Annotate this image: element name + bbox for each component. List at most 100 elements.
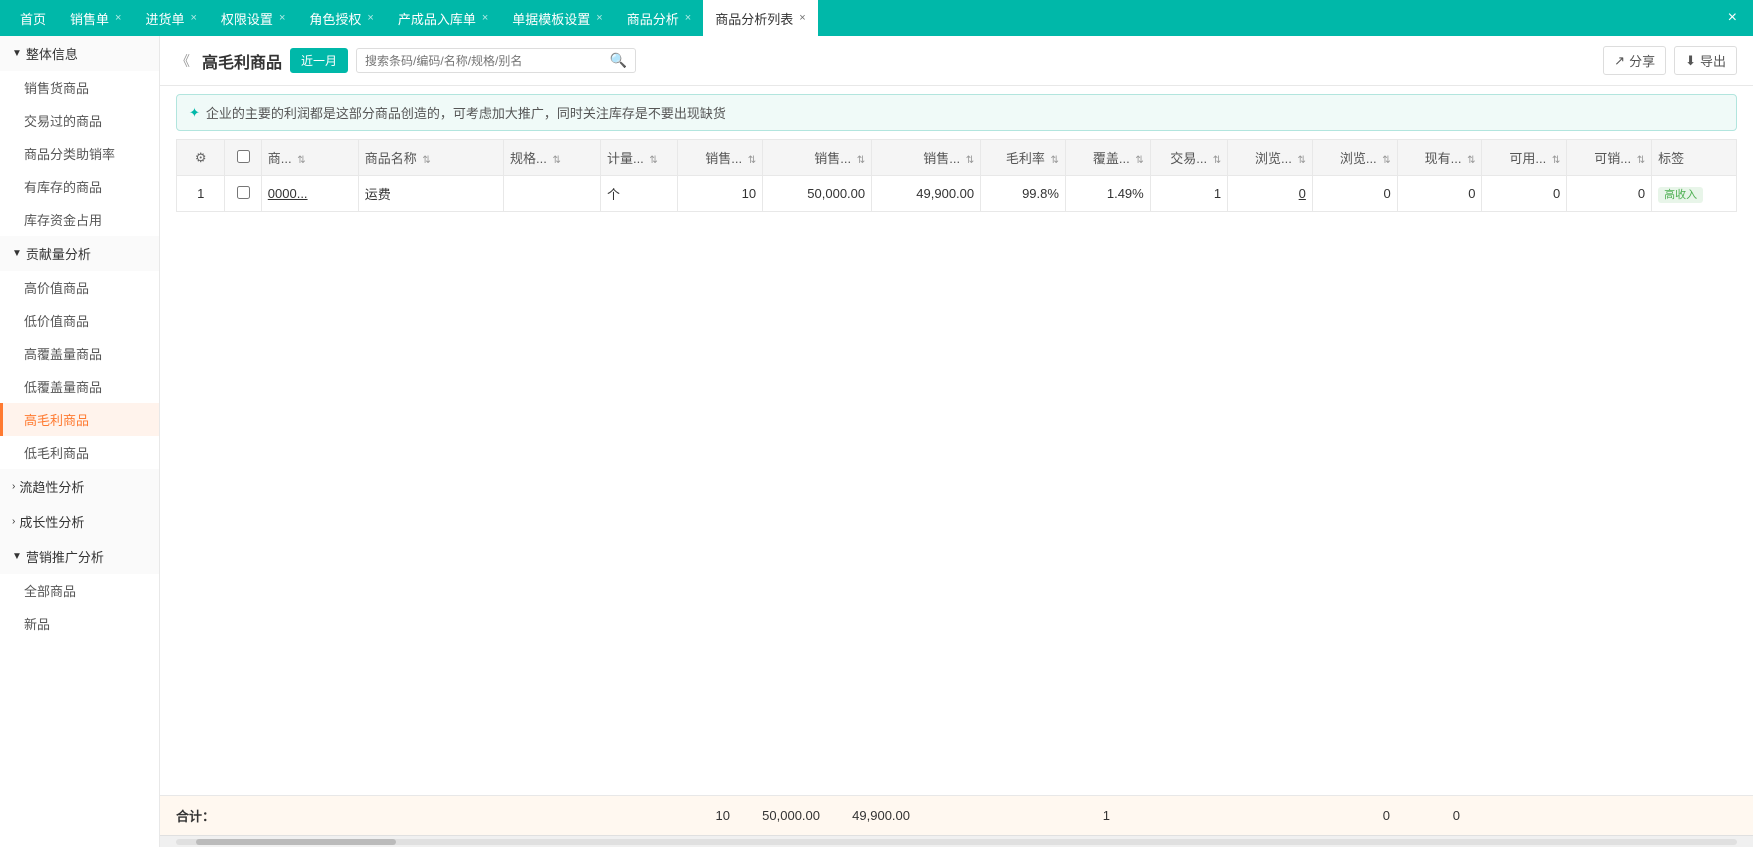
total-sales-amt: 50,000.00 <box>736 808 826 823</box>
sort-stock1-icon[interactable]: ⇅ <box>1467 155 1475 166</box>
sort-cover-icon[interactable]: ⇅ <box>1135 155 1143 166</box>
sort-code-icon[interactable]: ⇅ <box>297 155 305 166</box>
sidebar-item-category-sales-rate[interactable]: 商品分类助销率 <box>0 137 159 170</box>
sidebar-item-low-value[interactable]: 低价值商品 <box>0 304 159 337</box>
sort-stock2-icon[interactable]: ⇅ <box>1552 155 1560 166</box>
sidebar-item-low-coverage[interactable]: 低覆盖量商品 <box>0 370 159 403</box>
close-bill-template-icon[interactable]: × <box>596 12 602 24</box>
cell-stock2: 0 <box>1482 176 1567 212</box>
close-role-auth-icon[interactable]: × <box>367 12 373 24</box>
sidebar-collapse-button[interactable]: 《 <box>176 51 190 71</box>
page-title: 高毛利商品 <box>202 49 282 73</box>
cell-trans: 1 <box>1150 176 1227 212</box>
cell-browse1[interactable]: 0 <box>1228 176 1313 212</box>
th-unit[interactable]: 计量... ⇅ <box>600 140 677 176</box>
close-analysis-list-icon[interactable]: × <box>799 12 805 24</box>
th-stock2[interactable]: 可用... ⇅ <box>1482 140 1567 176</box>
th-browse1[interactable]: 浏览... ⇅ <box>1228 140 1313 176</box>
total-label: 合计： <box>176 806 256 825</box>
sidebar-group-growth[interactable]: › 成长性分析 <box>0 504 159 539</box>
nav-permission-settings[interactable]: 权限设置 × <box>209 0 297 36</box>
cell-code[interactable]: 0000... <box>261 176 358 212</box>
th-name[interactable]: 商品名称 ⇅ <box>358 140 503 176</box>
sidebar-item-high-margin[interactable]: 高毛利商品 <box>0 403 159 436</box>
top-navigation: 首页 销售单 × 进货单 × 权限设置 × 角色授权 × 产成品入库单 × 单据… <box>0 0 1753 36</box>
sidebar-item-traded-goods[interactable]: 交易过的商品 <box>0 104 159 137</box>
sidebar-group-overall[interactable]: ▼ 整体信息 <box>0 36 159 71</box>
gear-icon[interactable]: ⚙ <box>195 150 207 165</box>
row-checkbox[interactable] <box>237 186 250 199</box>
th-sales-amt[interactable]: 销售... ⇅ <box>763 140 872 176</box>
th-cover[interactable]: 覆盖... ⇅ <box>1065 140 1150 176</box>
share-button[interactable]: ↗ 分享 <box>1603 46 1666 75</box>
total-stock2: 0 <box>1396 808 1466 823</box>
filter-recent-month-button[interactable]: 近一月 <box>290 48 348 73</box>
sidebar-item-in-stock-goods[interactable]: 有库存的商品 <box>0 170 159 203</box>
nav-product-entry[interactable]: 产成品入库单 × <box>386 0 500 36</box>
nav-product-analysis[interactable]: 商品分析 × <box>615 0 703 36</box>
cell-num: 1 <box>177 176 225 212</box>
th-code[interactable]: 商... ⇅ <box>261 140 358 176</box>
sidebar-item-high-value[interactable]: 高价值商品 <box>0 271 159 304</box>
sort-unit-icon[interactable]: ⇅ <box>649 155 657 166</box>
export-button[interactable]: ⬇ 导出 <box>1674 46 1737 75</box>
th-tag[interactable]: 标签 <box>1652 140 1737 176</box>
scrollbar-thumb[interactable] <box>196 839 396 845</box>
th-profit-rate[interactable]: 毛利率 ⇅ <box>981 140 1066 176</box>
nav-bill-template[interactable]: 单据模板设置 × <box>500 0 614 36</box>
cell-checkbox[interactable] <box>225 176 261 212</box>
nav-home[interactable]: 首页 <box>8 0 58 36</box>
window-close-button[interactable]: × <box>1720 9 1745 27</box>
sort-sales-cost-icon[interactable]: ⇅ <box>966 155 974 166</box>
sort-browse2-icon[interactable]: ⇅ <box>1382 155 1390 166</box>
cell-sales-amt: 50,000.00 <box>763 176 872 212</box>
info-banner: ✦ 企业的主要的利润都是这部分商品创造的，可考虑加大推广，同时关注库存是不要出现… <box>176 94 1737 131</box>
sidebar-item-sales-goods[interactable]: 销售货商品 <box>0 71 159 104</box>
nav-sales-order[interactable]: 销售单 × <box>58 0 133 36</box>
sort-stock3-icon[interactable]: ⇅ <box>1637 155 1645 166</box>
arrow-trend-icon: › <box>12 481 15 492</box>
sidebar-group-marketing[interactable]: ▼ 营销推广分析 <box>0 539 159 574</box>
cell-browse2: 0 <box>1312 176 1397 212</box>
select-all-checkbox[interactable] <box>237 150 250 163</box>
sidebar-group-trend[interactable]: › 流趋性分析 <box>0 469 159 504</box>
share-icon: ↗ <box>1614 53 1625 69</box>
close-product-analysis-icon[interactable]: × <box>685 12 691 24</box>
close-sales-order-icon[interactable]: × <box>115 12 121 24</box>
sort-browse1-icon[interactable]: ⇅ <box>1298 155 1306 166</box>
th-checkbox[interactable] <box>225 140 261 176</box>
close-product-entry-icon[interactable]: × <box>482 12 488 24</box>
nav-purchase-order[interactable]: 进货单 × <box>133 0 208 36</box>
nav-product-analysis-list[interactable]: 商品分析列表 × <box>703 0 817 36</box>
sort-trans-icon[interactable]: ⇅ <box>1213 155 1221 166</box>
nav-role-auth[interactable]: 角色授权 × <box>297 0 385 36</box>
sidebar-item-all-goods[interactable]: 全部商品 <box>0 574 159 607</box>
cell-stock1: 0 <box>1397 176 1482 212</box>
sort-sales-amt-icon[interactable]: ⇅ <box>857 155 865 166</box>
th-sales-cost[interactable]: 销售... ⇅ <box>872 140 981 176</box>
footer-total: 合计： 10 50,000.00 49,900.00 1 0 0 <box>160 795 1753 835</box>
sidebar-item-low-margin[interactable]: 低毛利商品 <box>0 436 159 469</box>
sort-sales-qty-icon[interactable]: ⇅ <box>748 155 756 166</box>
sort-name-icon[interactable]: ⇅ <box>422 155 430 166</box>
th-stock3[interactable]: 可销... ⇅ <box>1567 140 1652 176</box>
th-trans[interactable]: 交易... ⇅ <box>1150 140 1227 176</box>
sidebar-item-high-coverage[interactable]: 高覆盖量商品 <box>0 337 159 370</box>
sort-profit-rate-icon[interactable]: ⇅ <box>1051 155 1059 166</box>
total-trans: 1 <box>1056 808 1116 823</box>
sidebar-group-contribution[interactable]: ▼ 贡献量分析 <box>0 236 159 271</box>
th-gear[interactable]: ⚙ <box>177 140 225 176</box>
close-permission-icon[interactable]: × <box>279 12 285 24</box>
th-sales-qty[interactable]: 销售... ⇅ <box>678 140 763 176</box>
th-spec[interactable]: 规格... ⇅ <box>504 140 601 176</box>
sidebar-item-stock-capital[interactable]: 库存资金占用 <box>0 203 159 236</box>
th-stock1[interactable]: 现有... ⇅ <box>1397 140 1482 176</box>
search-input[interactable] <box>365 54 606 68</box>
horizontal-scrollbar[interactable] <box>160 835 1753 847</box>
sort-spec-icon[interactable]: ⇅ <box>553 155 561 166</box>
tag-high-income: 高收入 <box>1658 187 1703 203</box>
sidebar-item-new-goods[interactable]: 新品 <box>0 607 159 640</box>
th-browse2[interactable]: 浏览... ⇅ <box>1312 140 1397 176</box>
scrollbar-track <box>176 839 1737 845</box>
close-purchase-order-icon[interactable]: × <box>190 12 196 24</box>
